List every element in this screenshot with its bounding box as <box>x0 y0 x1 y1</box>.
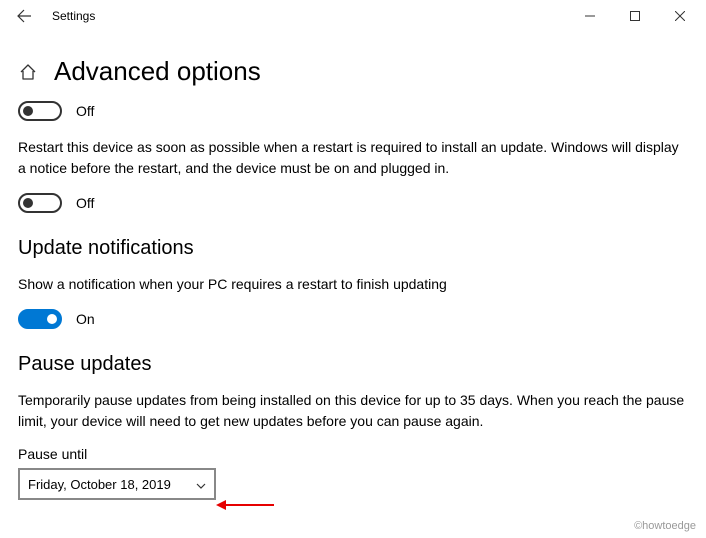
section-pause-heading: Pause updates <box>18 353 688 376</box>
toggle-restart[interactable] <box>18 193 62 213</box>
minimize-icon <box>585 11 595 21</box>
notifications-description: Show a notification when your PC require… <box>18 274 688 295</box>
pause-until-value: Friday, October 18, 2019 <box>28 477 171 492</box>
back-button[interactable] <box>4 0 44 32</box>
pause-description: Temporarily pause updates from being ins… <box>18 390 688 432</box>
close-icon <box>675 11 685 21</box>
watermark: ©howtoedge <box>634 520 696 532</box>
toggle-notifications-label: On <box>76 311 95 327</box>
home-icon[interactable] <box>18 62 38 82</box>
toggle-row-notifications: On <box>18 309 688 329</box>
pause-until-label: Pause until <box>18 446 688 462</box>
chevron-down-icon <box>196 477 206 492</box>
minimize-button[interactable] <box>567 0 612 32</box>
maximize-icon <box>630 11 640 21</box>
toggle-notifications[interactable] <box>18 309 62 329</box>
page-title: Advanced options <box>54 56 261 87</box>
toggle-row-1: Off <box>18 101 688 121</box>
content-area: Advanced options Off Restart this device… <box>0 32 706 500</box>
window-title: Settings <box>52 9 95 23</box>
section-notifications-heading: Update notifications <box>18 237 688 260</box>
pause-until-dropdown[interactable]: Friday, October 18, 2019 <box>18 468 216 500</box>
restart-description: Restart this device as soon as possible … <box>18 137 688 179</box>
back-arrow-icon <box>16 8 32 24</box>
toggle-1[interactable] <box>18 101 62 121</box>
page-header: Advanced options <box>18 56 688 87</box>
toggle-restart-label: Off <box>76 195 94 211</box>
maximize-button[interactable] <box>612 0 657 32</box>
toggle-row-2: Off <box>18 193 688 213</box>
close-button[interactable] <box>657 0 702 32</box>
window-titlebar: Settings <box>0 0 706 32</box>
toggle-1-label: Off <box>76 103 94 119</box>
